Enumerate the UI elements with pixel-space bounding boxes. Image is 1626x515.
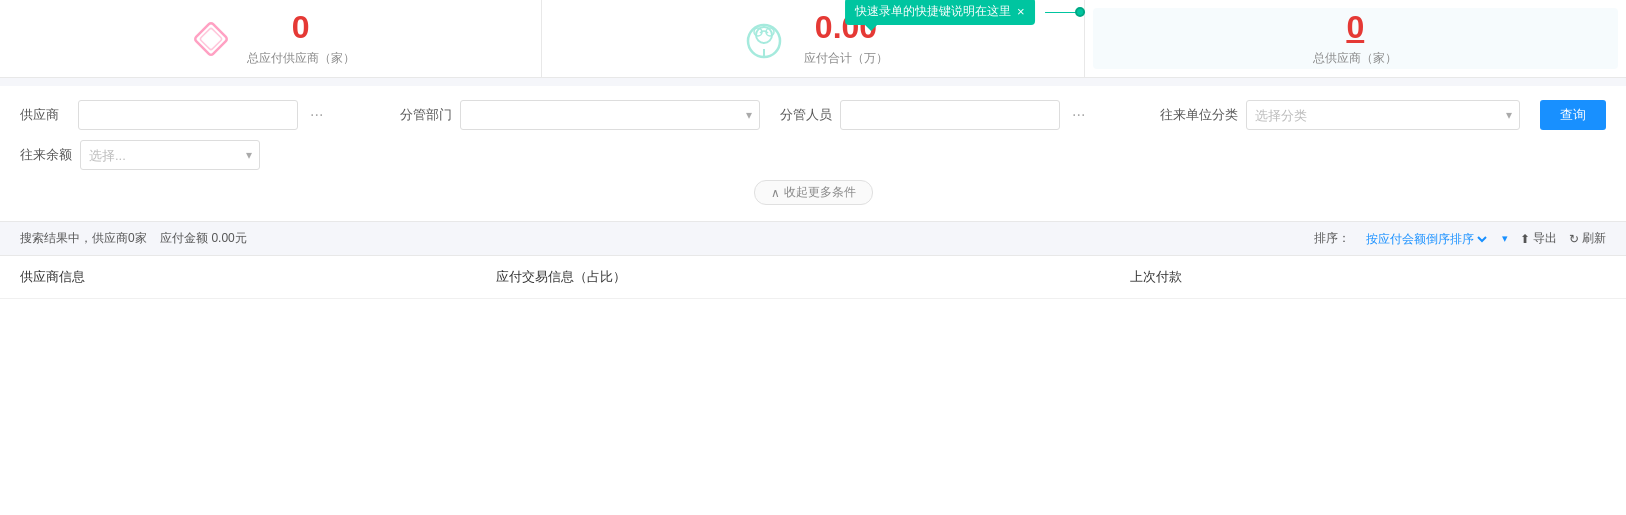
tooltip-text: 快速录单的快捷键说明在这里 <box>855 3 1011 20</box>
search-row-1: 供应商 ··· 分管部门 ▾ 分管人员 ··· 往来单位分类 <box>20 100 1606 130</box>
unit-class-label: 往来单位分类 <box>1160 106 1238 124</box>
department-label: 分管部门 <box>400 106 452 124</box>
results-summary: 搜索结果中，供应商0家 应付金额 0.00元 <box>20 230 247 247</box>
balance-label: 往来余额 <box>20 146 72 164</box>
shortcut-tooltip: 快速录单的快捷键说明在这里 × <box>845 0 1035 25</box>
manager-field: 分管人员 ··· <box>780 100 1140 130</box>
search-row-2: 往来余额 选择... ▾ <box>20 140 380 170</box>
refresh-label: 刷新 <box>1582 230 1606 247</box>
collapse-button[interactable]: ∧ 收起更多条件 <box>754 180 873 205</box>
collapse-label: 收起更多条件 <box>784 184 856 201</box>
department-select-wrap: ▾ <box>460 100 760 130</box>
supplier-input[interactable] <box>78 100 298 130</box>
table-col-transaction: 应付交易信息（占比） <box>496 268 1130 286</box>
stat-payable-total-label: 应付合计（万） <box>804 50 888 67</box>
results-bar: 搜索结果中，供应商0家 应付金额 0.00元 排序： 按应付会额倒序排序 ▾ ⬆… <box>0 222 1626 256</box>
export-button[interactable]: ⬆ 导出 <box>1520 230 1557 247</box>
results-actions: 排序： 按应付会额倒序排序 ▾ ⬆ 导出 ↻ 刷新 <box>1314 230 1606 247</box>
sort-select[interactable]: 按应付会额倒序排序 <box>1362 231 1490 247</box>
manager-input[interactable] <box>840 100 1060 130</box>
export-label: 导出 <box>1533 230 1557 247</box>
table-header: 供应商信息 应付交易信息（占比） 上次付款 <box>0 256 1626 299</box>
query-button[interactable]: 查询 <box>1540 100 1606 130</box>
unit-class-field: 往来单位分类 选择分类 ▾ <box>1160 100 1520 130</box>
sort-chevron-icon: ▾ <box>1502 232 1508 245</box>
balance-field: 往来余额 选择... ▾ <box>20 140 380 170</box>
manager-more-btn[interactable]: ··· <box>1068 106 1089 124</box>
svg-point-3 <box>756 27 772 43</box>
supplier-more-btn[interactable]: ··· <box>306 106 327 124</box>
unit-class-select[interactable]: 选择分类 <box>1246 100 1520 130</box>
collapse-row: ∧ 收起更多条件 <box>20 180 1606 205</box>
table-col-lastpay: 上次付款 <box>1130 268 1606 286</box>
stat-payable-label: 总应付供应商（家） <box>247 50 355 67</box>
balance-select[interactable]: 选择... <box>80 140 260 170</box>
stats-bar: 0 总应付供应商（家） 0.00 应付合计（万） 快速录单的快捷键说明在这里 × <box>0 0 1626 78</box>
table-area: 供应商信息 应付交易信息（占比） 上次付款 <box>0 256 1626 515</box>
table-body <box>0 299 1626 515</box>
table-col-supplier: 供应商信息 <box>20 268 496 286</box>
tooltip-dot <box>1075 7 1085 17</box>
refresh-button[interactable]: ↻ 刷新 <box>1569 230 1606 247</box>
search-panel: 供应商 ··· 分管部门 ▾ 分管人员 ··· 往来单位分类 <box>0 86 1626 222</box>
stat-total-payable: 0 总应付供应商（家） <box>0 0 542 77</box>
supplier-label: 供应商 <box>20 106 70 124</box>
department-select[interactable] <box>460 100 760 130</box>
stat-total-suppliers: 0 总供应商（家） <box>1085 0 1626 77</box>
manager-label: 分管人员 <box>780 106 832 124</box>
department-field: 分管部门 ▾ <box>400 100 760 130</box>
results-text: 搜索结果中，供应商0家 应付金额 0.00元 <box>20 230 247 247</box>
stat-total-suppliers-label: 总供应商（家） <box>1313 50 1397 67</box>
balance-select-wrap: 选择... ▾ <box>80 140 260 170</box>
export-icon: ⬆ <box>1520 232 1530 246</box>
diamond-icon <box>187 15 235 63</box>
unit-class-select-wrap: 选择分类 ▾ <box>1246 100 1520 130</box>
svg-rect-0 <box>194 22 228 56</box>
stat-payable-value: 0 <box>292 10 310 45</box>
tooltip-close-btn[interactable]: × <box>1017 5 1025 18</box>
refresh-icon: ↻ <box>1569 232 1579 246</box>
pig-icon <box>738 13 790 65</box>
supplier-field: 供应商 ··· <box>20 100 380 130</box>
sort-label: 排序： <box>1314 230 1350 247</box>
collapse-icon: ∧ <box>771 186 780 200</box>
stat-total-suppliers-value: 0 <box>1346 10 1364 45</box>
stat-payable-total: 0.00 应付合计（万） 快速录单的快捷键说明在这里 × <box>542 0 1084 77</box>
